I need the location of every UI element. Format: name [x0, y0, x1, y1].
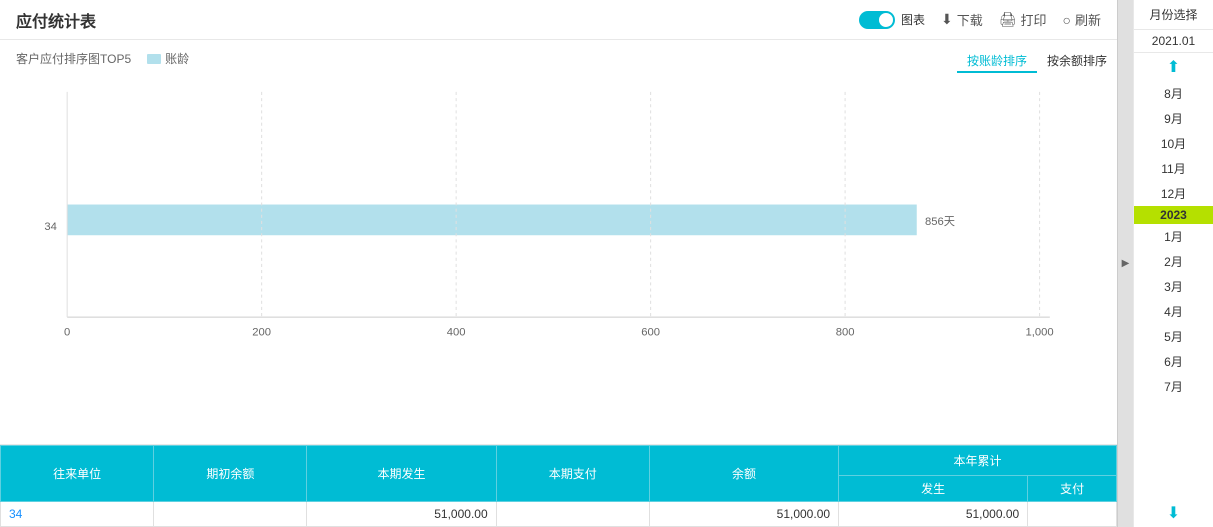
- sidebar: 月份选择 2021.01 ⬆ 8月9月10月11月12月20231月2月3月4月…: [1133, 0, 1213, 527]
- sort-by-balance-tab[interactable]: 按账龄排序: [957, 50, 1037, 73]
- refresh-icon: ○: [1063, 12, 1071, 28]
- month-item[interactable]: 10月: [1134, 131, 1213, 156]
- print-icon: 🖨: [999, 11, 1017, 28]
- data-table: 往来单位 期初余额 本期发生 本期支付 余额 本年累计 发生 支付: [0, 445, 1117, 527]
- legend-box-age: [147, 54, 161, 64]
- table-row: 34 51,000.00 51,000.00 51,000.00: [1, 502, 1117, 527]
- print-button[interactable]: 🖨 打印: [999, 10, 1047, 29]
- chart-section: 客户应付排序图TOP5 账龄 按账龄排序 按余额排序 34: [0, 40, 1117, 444]
- col-ytd-occur-header: 发生: [839, 476, 1028, 502]
- month-item[interactable]: 4月: [1134, 299, 1213, 324]
- year-label: 2023: [1134, 206, 1213, 224]
- sidebar-nav-up[interactable]: ⬆: [1134, 53, 1213, 81]
- col-current-pay-header: 本期支付: [496, 446, 649, 502]
- col-ytd-pay-header: 支付: [1028, 476, 1117, 502]
- svg-text:200: 200: [252, 327, 271, 339]
- month-item[interactable]: 11月: [1134, 156, 1213, 181]
- legend-item-top5: 客户应付排序图TOP5: [16, 50, 131, 67]
- legend-label-age: 账龄: [165, 50, 189, 67]
- chart-toggle-wrap[interactable]: 图表: [859, 11, 925, 29]
- svg-text:0: 0: [64, 327, 70, 339]
- sidebar-date[interactable]: 2021.01: [1134, 30, 1213, 53]
- header-actions: 图表 ⬇ 下载 🖨 打印 ○ 刷新: [859, 10, 1101, 29]
- chart-toggle[interactable]: [859, 11, 895, 29]
- sidebar-header: 月份选择: [1134, 0, 1213, 30]
- cell-unit[interactable]: 34: [1, 502, 154, 527]
- col-unit-header: 往来单位: [1, 446, 154, 502]
- chart-legend: 客户应付排序图TOP5 账龄 按账龄排序 按余额排序: [16, 50, 1101, 67]
- month-item[interactable]: 12月: [1134, 181, 1213, 206]
- cell-balance: 51,000.00: [649, 502, 838, 527]
- download-button[interactable]: ⬇ 下载: [941, 10, 983, 29]
- chart-toggle-label: 图表: [901, 11, 925, 28]
- refresh-button[interactable]: ○ 刷新: [1063, 10, 1101, 29]
- table-section: 往来单位 期初余额 本期发生 本期支付 余额 本年累计 发生 支付: [0, 444, 1117, 527]
- sort-by-amount-tab[interactable]: 按余额排序: [1037, 50, 1117, 73]
- cell-current-pay: [496, 502, 649, 527]
- bar-chart: 34 856天 0 200 400 600 800 1,000: [16, 75, 1101, 375]
- cell-opening: [154, 502, 307, 527]
- legend-item-age: 账龄: [147, 50, 189, 67]
- svg-text:600: 600: [641, 327, 660, 339]
- svg-text:34: 34: [44, 221, 57, 233]
- page-header: 应付统计表 图表 ⬇ 下载 🖨 打印 ○ 刷新: [0, 0, 1117, 40]
- svg-text:856天: 856天: [925, 216, 955, 228]
- sidebar-nav-down[interactable]: ⬇: [1134, 499, 1213, 527]
- refresh-label: 刷新: [1075, 10, 1101, 29]
- sort-tabs: 按账龄排序 按余额排序: [957, 50, 1117, 73]
- collapse-button[interactable]: ▶: [1117, 0, 1133, 527]
- chart-wrapper: 34 856天 0 200 400 600 800 1,000: [16, 75, 1101, 375]
- month-item[interactable]: 3月: [1134, 274, 1213, 299]
- download-label: 下载: [957, 10, 983, 29]
- month-item[interactable]: 2月: [1134, 249, 1213, 274]
- month-item[interactable]: 5月: [1134, 324, 1213, 349]
- page-title: 应付统计表: [16, 8, 96, 32]
- month-item[interactable]: 6月: [1134, 349, 1213, 374]
- col-opening-header: 期初余额: [154, 446, 307, 502]
- svg-text:400: 400: [447, 327, 466, 339]
- col-current-occur-header: 本期发生: [307, 446, 496, 502]
- table-wrapper: 往来单位 期初余额 本期发生 本期支付 余额 本年累计 发生 支付: [0, 445, 1117, 527]
- col-ytd-header: 本年累计: [839, 446, 1117, 476]
- sidebar-months: 8月9月10月11月12月20231月2月3月4月5月6月7月: [1134, 81, 1213, 499]
- download-icon: ⬇: [941, 11, 953, 28]
- svg-text:1,000: 1,000: [1026, 327, 1054, 339]
- cell-current-occur: 51,000.00: [307, 502, 496, 527]
- cell-ytd-occur: 51,000.00: [839, 502, 1028, 527]
- cell-ytd-pay: [1028, 502, 1117, 527]
- legend-label-top5: 客户应付排序图TOP5: [16, 50, 131, 67]
- svg-text:800: 800: [836, 327, 855, 339]
- month-item[interactable]: 1月: [1134, 224, 1213, 249]
- month-item[interactable]: 7月: [1134, 374, 1213, 399]
- month-item[interactable]: 8月: [1134, 81, 1213, 106]
- month-item[interactable]: 9月: [1134, 106, 1213, 131]
- col-balance-header: 余额: [649, 446, 838, 502]
- print-label: 打印: [1021, 10, 1047, 29]
